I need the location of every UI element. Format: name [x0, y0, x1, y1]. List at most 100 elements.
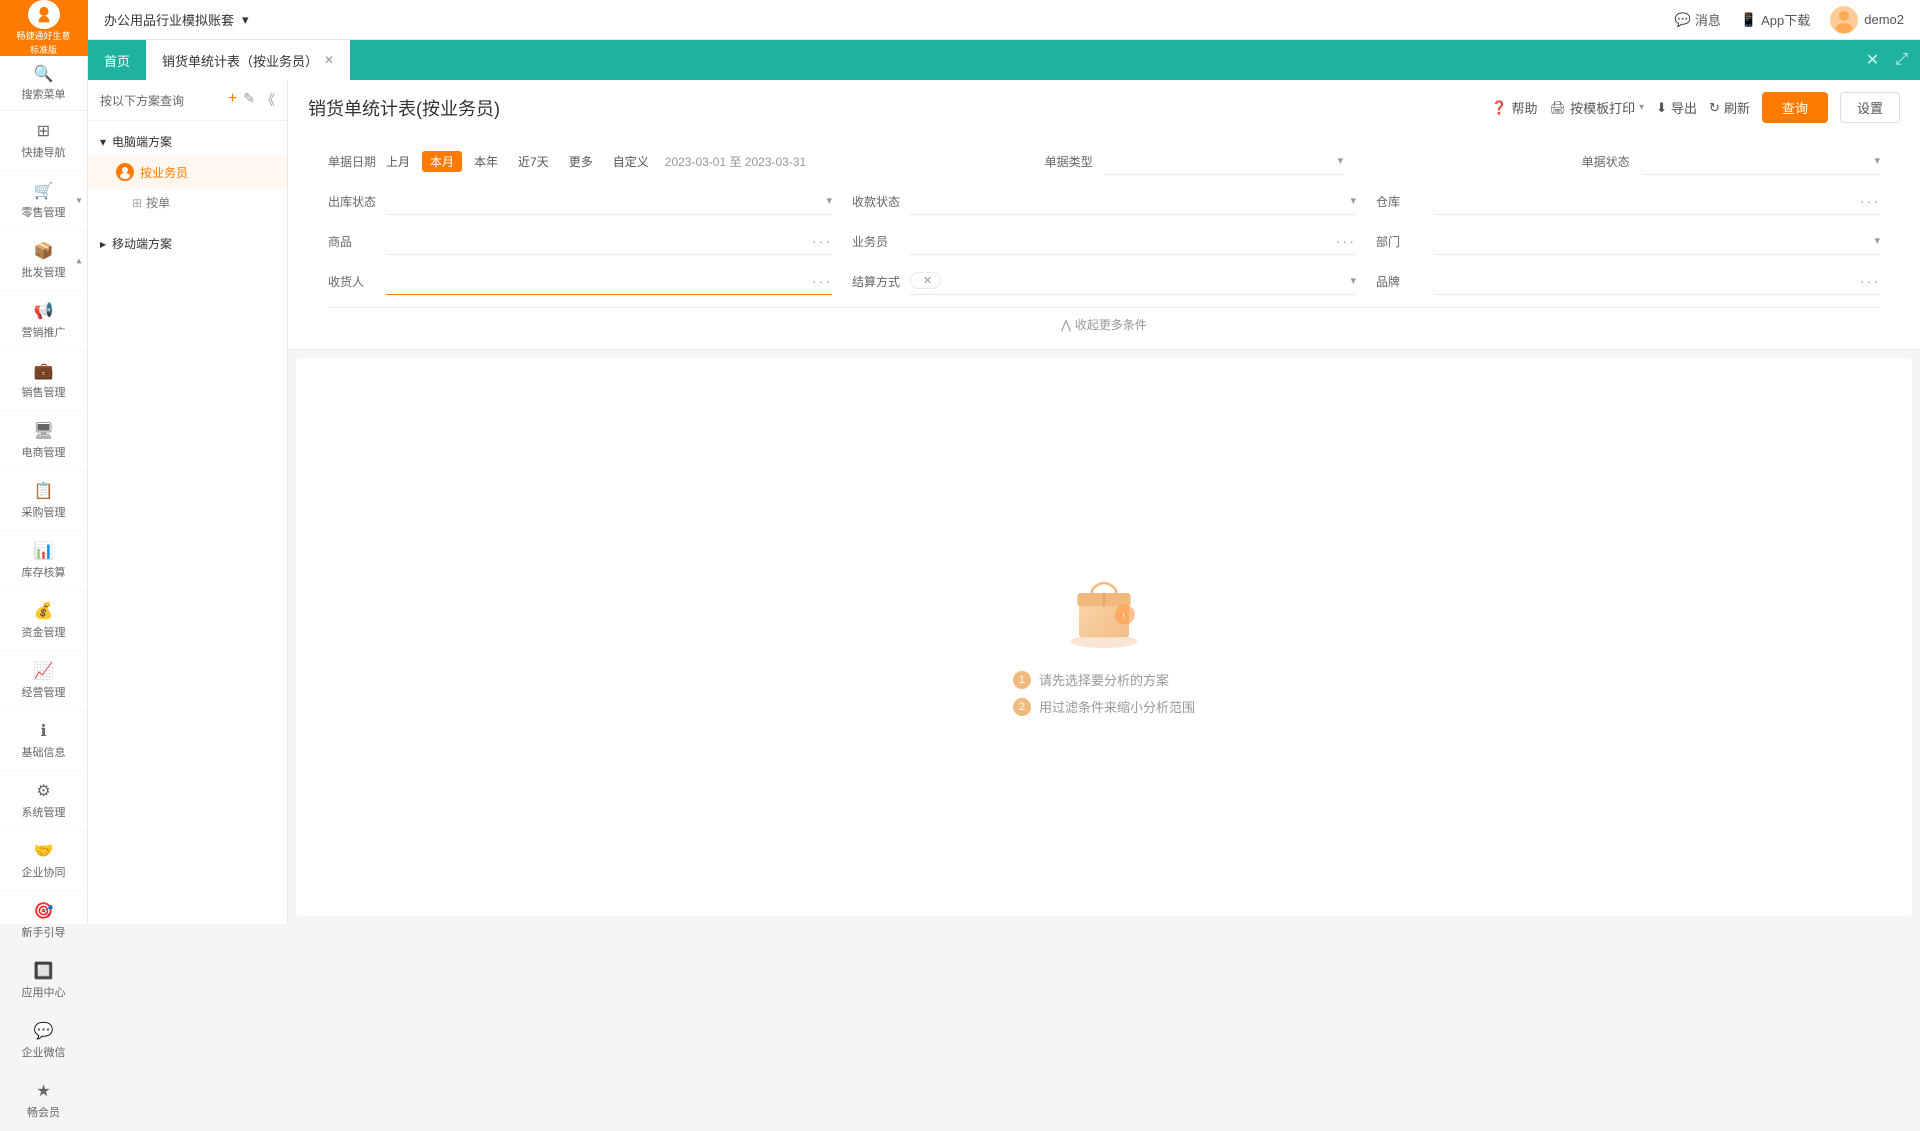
- goods-control[interactable]: ···: [386, 227, 832, 255]
- ecommerce-label: 电商管理: [22, 444, 66, 460]
- app-download-button[interactable]: 📱 App下载: [1741, 10, 1810, 29]
- salesstat-tab-close[interactable]: ✕: [324, 53, 334, 67]
- settlement-control[interactable]: ✕ ▾: [910, 267, 1356, 295]
- sidebar-item-guide[interactable]: 🎯 新手引导: [0, 891, 88, 951]
- help-button[interactable]: ❓ 帮助: [1491, 98, 1537, 117]
- query-button[interactable]: 查询: [1762, 92, 1828, 123]
- guide-icon: 🎯: [34, 901, 54, 921]
- sidebar-item-appstore[interactable]: 🔲 应用中心: [0, 951, 88, 1011]
- mobile-section-title[interactable]: ▸ 移动端方案: [88, 229, 287, 258]
- top-header-right: 💬 消息 📱 App下载 demo2: [1675, 6, 1904, 34]
- search-icon: 🔍: [34, 64, 54, 84]
- ship-status-label: 出库状态: [328, 193, 378, 210]
- brand-control[interactable]: ···: [1434, 267, 1880, 295]
- dept-control[interactable]: ▾: [1434, 227, 1880, 255]
- sidebar-item-wholesale[interactable]: 📦 批发管理 ▴: [0, 231, 88, 291]
- sidebar-item-operations[interactable]: 📈 经营管理: [0, 651, 88, 711]
- panel-collapse-btn[interactable]: 《: [261, 90, 275, 110]
- sidebar-item-purchase[interactable]: 📋 采购管理: [0, 471, 88, 531]
- settlement-clear-btn[interactable]: ✕: [923, 274, 932, 287]
- staff-filter-control[interactable]: ···: [910, 227, 1356, 255]
- collapse-button[interactable]: ⋀ 收起更多条件: [1061, 316, 1147, 333]
- date-btn-lastmonth[interactable]: 上月: [378, 151, 418, 172]
- wxwork-icon: 💬: [34, 1021, 54, 1041]
- warehouse-control[interactable]: ···: [1434, 187, 1880, 215]
- staff-item-icon: [116, 163, 134, 181]
- sub-item-icon: ⊞: [132, 196, 142, 210]
- collect-status-control[interactable]: ▾: [910, 187, 1356, 215]
- vip-label: 畅会员: [27, 1104, 60, 1120]
- warehouse-item: 仓库 ···: [1376, 187, 1880, 215]
- basic-icon: ℹ: [40, 721, 46, 741]
- settings-button[interactable]: 设置: [1840, 92, 1900, 123]
- warehouse-label: 仓库: [1376, 193, 1426, 210]
- sidebar-item-inventory[interactable]: 📊 库存核算: [0, 531, 88, 591]
- user-profile[interactable]: demo2: [1830, 6, 1904, 34]
- left-panel-sub-item-order[interactable]: ⊞ 按单: [88, 188, 287, 217]
- dept-arrow: ▾: [1874, 234, 1880, 247]
- inventory-label: 库存核算: [22, 564, 66, 580]
- sidebar-item-sales[interactable]: 💼 销售管理: [0, 351, 88, 411]
- date-btn-7days[interactable]: 近7天: [510, 151, 557, 172]
- sidebar-item-marketing[interactable]: 📢 营销推广: [0, 291, 88, 351]
- download-icon: 📱: [1741, 12, 1757, 28]
- left-panel-item-staff[interactable]: 按业务员: [88, 156, 287, 188]
- print-label: 按模板打印: [1570, 98, 1635, 117]
- sidebar-item-sys[interactable]: ⚙ 系统管理: [0, 771, 88, 831]
- doc-status-control[interactable]: ▾: [1642, 147, 1880, 175]
- ship-status-control[interactable]: ▾: [386, 187, 832, 215]
- date-btn-thisyear[interactable]: 本年: [466, 151, 506, 172]
- warehouse-dots: ···: [1860, 193, 1880, 209]
- collect-status-label: 收款状态: [852, 193, 902, 210]
- tab-salesstat[interactable]: 销货单统计表（按业务员） ✕: [146, 40, 350, 80]
- sidebar-item-finance[interactable]: 💰 资金管理: [0, 591, 88, 651]
- guide-label: 新手引导: [22, 924, 66, 940]
- empty-tip-2: 2 用过滤条件来缩小分析范围: [1013, 697, 1195, 716]
- sidebar-item-basic[interactable]: ℹ 基础信息: [0, 711, 88, 771]
- empty-tips: 1 请先选择要分析的方案 2 用过滤条件来缩小分析范围: [1013, 670, 1195, 716]
- empty-illustration: ! 1 请先选择要分析的方案: [1013, 558, 1195, 716]
- enterprise-icon: 🤝: [34, 841, 54, 861]
- date-btn-more[interactable]: 更多: [561, 151, 601, 172]
- top-header: 办公用品行业模拟账套 ▾ 💬 消息 📱 App下载 demo2: [88, 0, 1920, 40]
- panel-title: 按以下方案查询: [100, 92, 184, 109]
- receiver-control[interactable]: ···: [386, 267, 832, 295]
- tab-close-all[interactable]: ✕: [1862, 46, 1883, 74]
- sidebar-search[interactable]: 🔍 搜索菜单: [0, 56, 88, 111]
- collapse-label: 收起更多条件: [1075, 316, 1147, 333]
- sidebar: 畅捷通好生意 标准版 🔍 搜索菜单 ⊞ 快捷导航 🛒 零售管理 ▾ 📦 批发管理…: [0, 0, 88, 924]
- sys-icon: ⚙: [36, 781, 50, 801]
- template-print-button[interactable]: 🖨 按模板打印 ▾: [1550, 98, 1645, 117]
- ecommerce-icon: 🖥: [33, 421, 53, 441]
- date-options: 上月 本月 本年 近7天 更多 自定义: [378, 151, 657, 172]
- date-btn-custom[interactable]: 自定义: [605, 151, 657, 172]
- sidebar-item-quick-nav[interactable]: ⊞ 快捷导航: [0, 111, 88, 171]
- finance-icon: 💰: [34, 601, 54, 621]
- panel-edit-btn[interactable]: ✎: [243, 90, 255, 110]
- brand-label: 品牌: [1376, 273, 1426, 290]
- refresh-button[interactable]: ↻ 刷新: [1709, 98, 1750, 117]
- panel-add-btn[interactable]: +: [228, 90, 237, 110]
- app-dropdown-arrow[interactable]: ▾: [242, 12, 249, 28]
- sidebar-item-enterprise[interactable]: 🤝 企业协同: [0, 831, 88, 891]
- sidebar-item-vip[interactable]: ★ 畅会员: [0, 1071, 88, 1131]
- collect-status-item: 收款状态 ▾: [852, 187, 1356, 215]
- msg-button[interactable]: 💬 消息: [1675, 10, 1721, 29]
- sidebar-item-wxwork[interactable]: 💬 企业微信: [0, 1011, 88, 1071]
- sidebar-item-ecommerce[interactable]: 🖥 电商管理: [0, 411, 88, 471]
- receiver-dots: ···: [812, 273, 832, 289]
- tab-expand[interactable]: ⤢: [1891, 47, 1912, 73]
- wholesale-arrow: ▴: [76, 255, 81, 266]
- doc-type-control[interactable]: ▾: [1105, 147, 1343, 175]
- data-area: ! 1 请先选择要分析的方案: [296, 358, 1912, 916]
- desktop-section-title[interactable]: ▾ 电脑端方案: [88, 127, 287, 156]
- refresh-label: 刷新: [1724, 98, 1750, 117]
- marketing-label: 营销推广: [22, 324, 66, 340]
- appstore-icon: 🔲: [34, 961, 54, 981]
- date-btn-thismonth[interactable]: 本月: [422, 151, 462, 172]
- sidebar-item-retail[interactable]: 🛒 零售管理 ▾: [0, 171, 88, 231]
- tab-home[interactable]: 首页: [88, 40, 146, 80]
- export-button[interactable]: ⬇ 导出: [1656, 98, 1697, 117]
- collect-arrow: ▾: [1350, 194, 1356, 207]
- marketing-icon: 📢: [34, 301, 54, 321]
